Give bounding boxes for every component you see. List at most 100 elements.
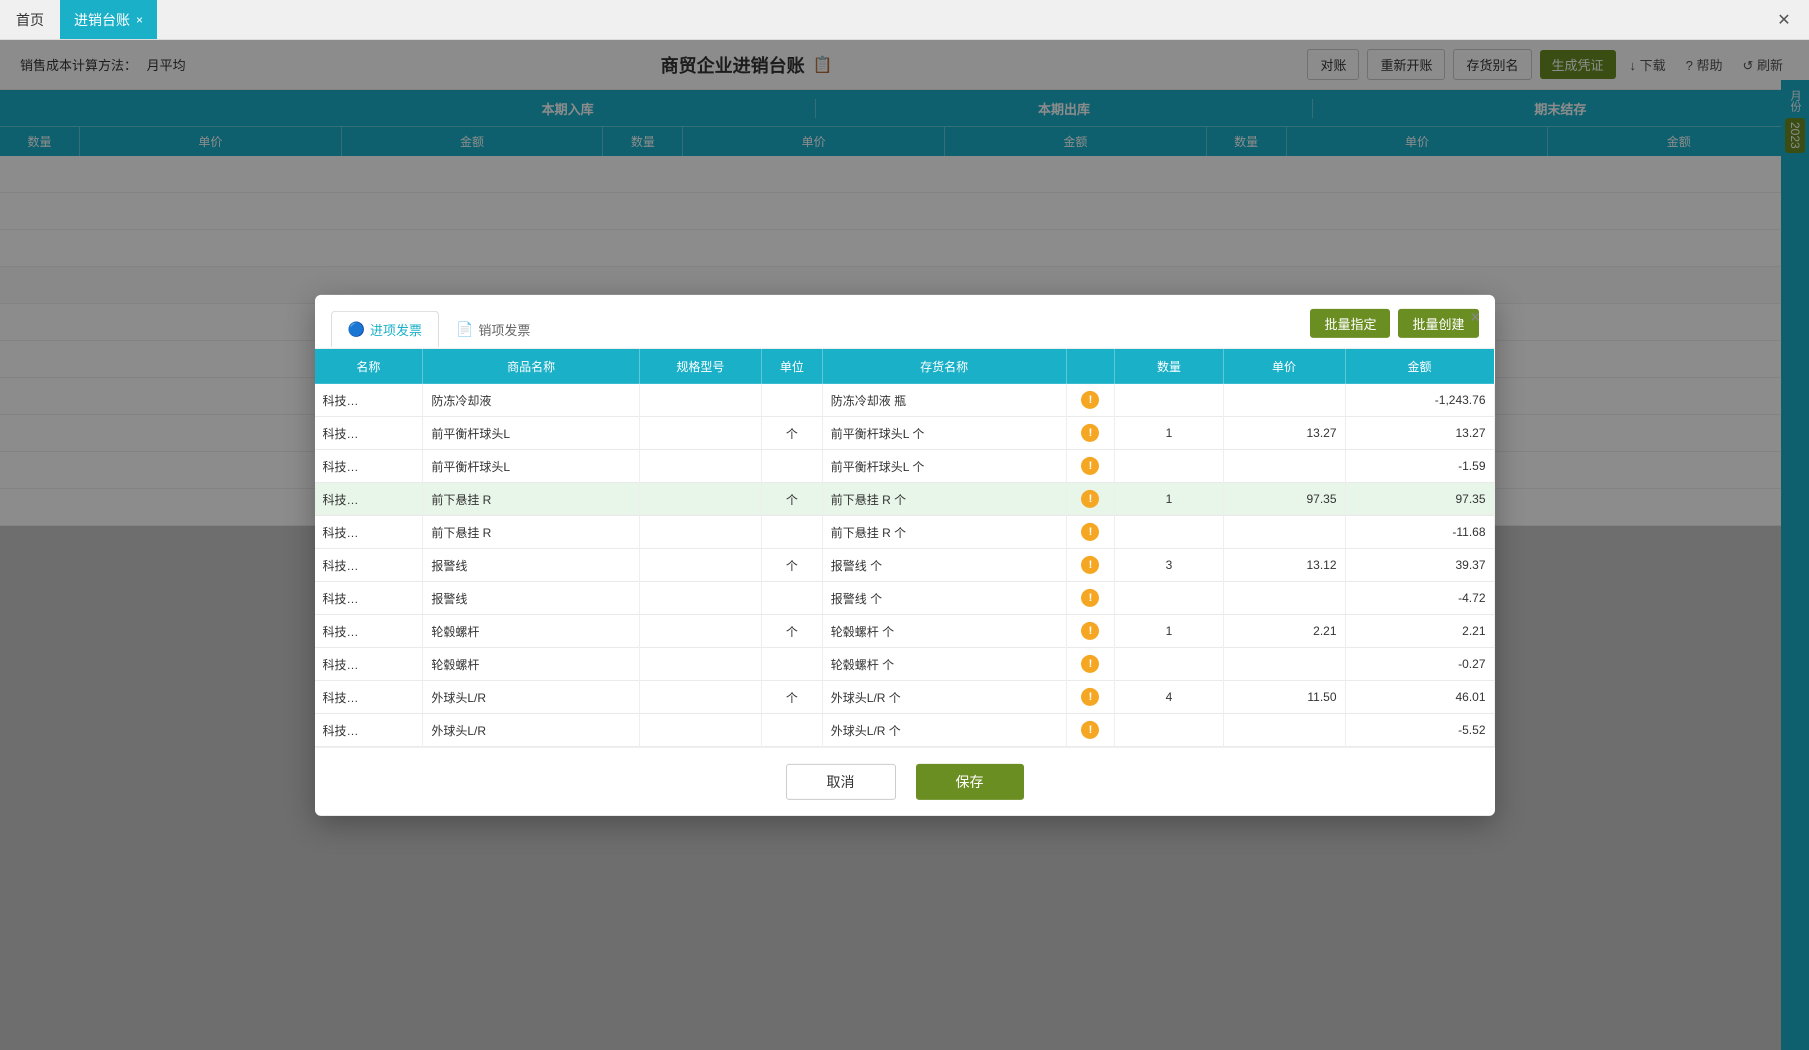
modal-table-body: 科技… 防冻冷却液 防冻冷却液 瓶 ! -1,243.76 科技… 前平衡杆球头… [315, 384, 1495, 747]
table-row: 科技… 外球头L/R 外球头L/R 个 ! -5.52 [315, 713, 1495, 746]
warning-icon: ! [1081, 688, 1099, 706]
warning-icon: ! [1081, 490, 1099, 508]
cell-qty: 1 [1115, 482, 1223, 515]
th-spec: 规格型号 [639, 349, 761, 384]
home-label: 首页 [16, 10, 44, 30]
table-row: 科技… 轮毂螺杆 个 轮毂螺杆 个 ! 1 2.21 2.21 [315, 614, 1495, 647]
save-button[interactable]: 保存 [916, 764, 1024, 800]
window-close-button[interactable]: ✕ [1769, 5, 1799, 35]
modal-body[interactable]: 名称 商品名称 规格型号 单位 存货名称 数量 单价 金额 科技… 防冻冷却液 [315, 349, 1495, 747]
table-row: 科技… 外球头L/R 个 外球头L/R 个 ! 4 11.50 46.01 [315, 680, 1495, 713]
warning-icon: ! [1081, 424, 1099, 442]
cell-warning: ! [1066, 416, 1115, 449]
cell-qty: 1 [1115, 416, 1223, 449]
cell-warning: ! [1066, 515, 1115, 548]
cell-spec [639, 449, 761, 482]
cell-spec [639, 548, 761, 581]
tab-close-icon[interactable]: × [136, 13, 143, 27]
warning-icon: ! [1081, 391, 1099, 409]
table-row: 科技… 报警线 个 报警线 个 ! 3 13.12 39.37 [315, 548, 1495, 581]
cell-price: 97.35 [1223, 482, 1345, 515]
cell-spec [639, 647, 761, 680]
cell-price [1223, 384, 1345, 417]
cell-unit [761, 449, 822, 482]
tab-incoming-invoice[interactable]: 🔵 进项发票 [331, 311, 439, 347]
th-warning [1066, 349, 1115, 384]
cell-spec [639, 614, 761, 647]
cell-amount: 97.35 [1345, 482, 1494, 515]
th-unit: 单位 [761, 349, 822, 384]
th-price: 单价 [1223, 349, 1345, 384]
cell-price: 13.27 [1223, 416, 1345, 449]
cell-qty [1115, 449, 1223, 482]
modal-footer: 取消 保存 [315, 747, 1495, 816]
cell-warning: ! [1066, 680, 1115, 713]
table-row: 科技… 报警线 报警线 个 ! -4.72 [315, 581, 1495, 614]
cell-inventory: 外球头L/R 个 [822, 680, 1066, 713]
tab-outgoing-invoice[interactable]: 📄 销项发票 [439, 310, 547, 346]
cell-inventory: 前下悬挂 R 个 [822, 482, 1066, 515]
warning-icon: ! [1081, 457, 1099, 475]
cell-product: 外球头L/R [423, 680, 640, 713]
cell-product: 轮毂螺杆 [423, 614, 640, 647]
modal-close-button[interactable]: × [1470, 307, 1481, 328]
table-row: 科技… 防冻冷却液 防冻冷却液 瓶 ! -1,243.76 [315, 384, 1495, 417]
cell-product: 防冻冷却液 [423, 384, 640, 417]
cell-amount: -1.59 [1345, 449, 1494, 482]
cell-qty [1115, 581, 1223, 614]
table-row: 科技… 轮毂螺杆 轮毂螺杆 个 ! -0.27 [315, 647, 1495, 680]
cell-unit [761, 581, 822, 614]
cell-warning: ! [1066, 614, 1115, 647]
th-name: 名称 [315, 349, 423, 384]
cell-name: 科技… [315, 515, 423, 548]
th-qty: 数量 [1115, 349, 1223, 384]
cell-spec [639, 515, 761, 548]
cell-qty: 4 [1115, 680, 1223, 713]
top-bar-right: ✕ [1769, 5, 1809, 35]
cell-unit [761, 713, 822, 746]
cell-inventory: 防冻冷却液 瓶 [822, 384, 1066, 417]
batch-assign-button[interactable]: 批量指定 [1310, 309, 1390, 338]
cell-inventory: 前下悬挂 R 个 [822, 515, 1066, 548]
cell-spec [639, 581, 761, 614]
cell-name: 科技… [315, 482, 423, 515]
tab-label: 进销台账 [74, 10, 130, 30]
cell-price [1223, 713, 1345, 746]
cell-unit: 个 [761, 548, 822, 581]
cell-amount: 13.27 [1345, 416, 1494, 449]
warning-icon: ! [1081, 556, 1099, 574]
cell-price [1223, 581, 1345, 614]
cell-spec [639, 416, 761, 449]
cell-unit [761, 515, 822, 548]
cell-product: 前平衡杆球头L [423, 416, 640, 449]
outgoing-invoice-label: 销项发票 [478, 319, 530, 338]
table-row: 科技… 前平衡杆球头L 前平衡杆球头L 个 ! -1.59 [315, 449, 1495, 482]
warning-icon: ! [1081, 721, 1099, 739]
cell-warning: ! [1066, 548, 1115, 581]
cell-unit: 个 [761, 482, 822, 515]
cell-warning: ! [1066, 581, 1115, 614]
cell-name: 科技… [315, 647, 423, 680]
cell-warning: ! [1066, 482, 1115, 515]
cell-spec [639, 713, 761, 746]
cell-inventory: 轮毂螺杆 个 [822, 614, 1066, 647]
home-tab[interactable]: 首页 [0, 0, 60, 39]
cell-name: 科技… [315, 548, 423, 581]
cell-unit [761, 647, 822, 680]
cell-inventory: 报警线 个 [822, 581, 1066, 614]
modal-table-head: 名称 商品名称 规格型号 单位 存货名称 数量 单价 金额 [315, 349, 1495, 384]
cell-name: 科技… [315, 614, 423, 647]
cell-inventory: 前平衡杆球头L 个 [822, 449, 1066, 482]
cell-price: 2.21 [1223, 614, 1345, 647]
cell-amount: 46.01 [1345, 680, 1494, 713]
active-tab[interactable]: 进销台账 × [60, 0, 157, 39]
cell-spec [639, 680, 761, 713]
cell-spec [639, 384, 761, 417]
cell-qty: 3 [1115, 548, 1223, 581]
cell-product: 前平衡杆球头L [423, 449, 640, 482]
batch-create-button[interactable]: 批量创建 [1398, 309, 1478, 338]
cancel-button[interactable]: 取消 [786, 764, 896, 800]
table-row: 科技… 前平衡杆球头L 个 前平衡杆球头L 个 ! 1 13.27 13.27 [315, 416, 1495, 449]
top-bar: 首页 进销台账 × ✕ [0, 0, 1809, 40]
modal-table: 名称 商品名称 规格型号 单位 存货名称 数量 单价 金额 科技… 防冻冷却液 [315, 349, 1495, 747]
